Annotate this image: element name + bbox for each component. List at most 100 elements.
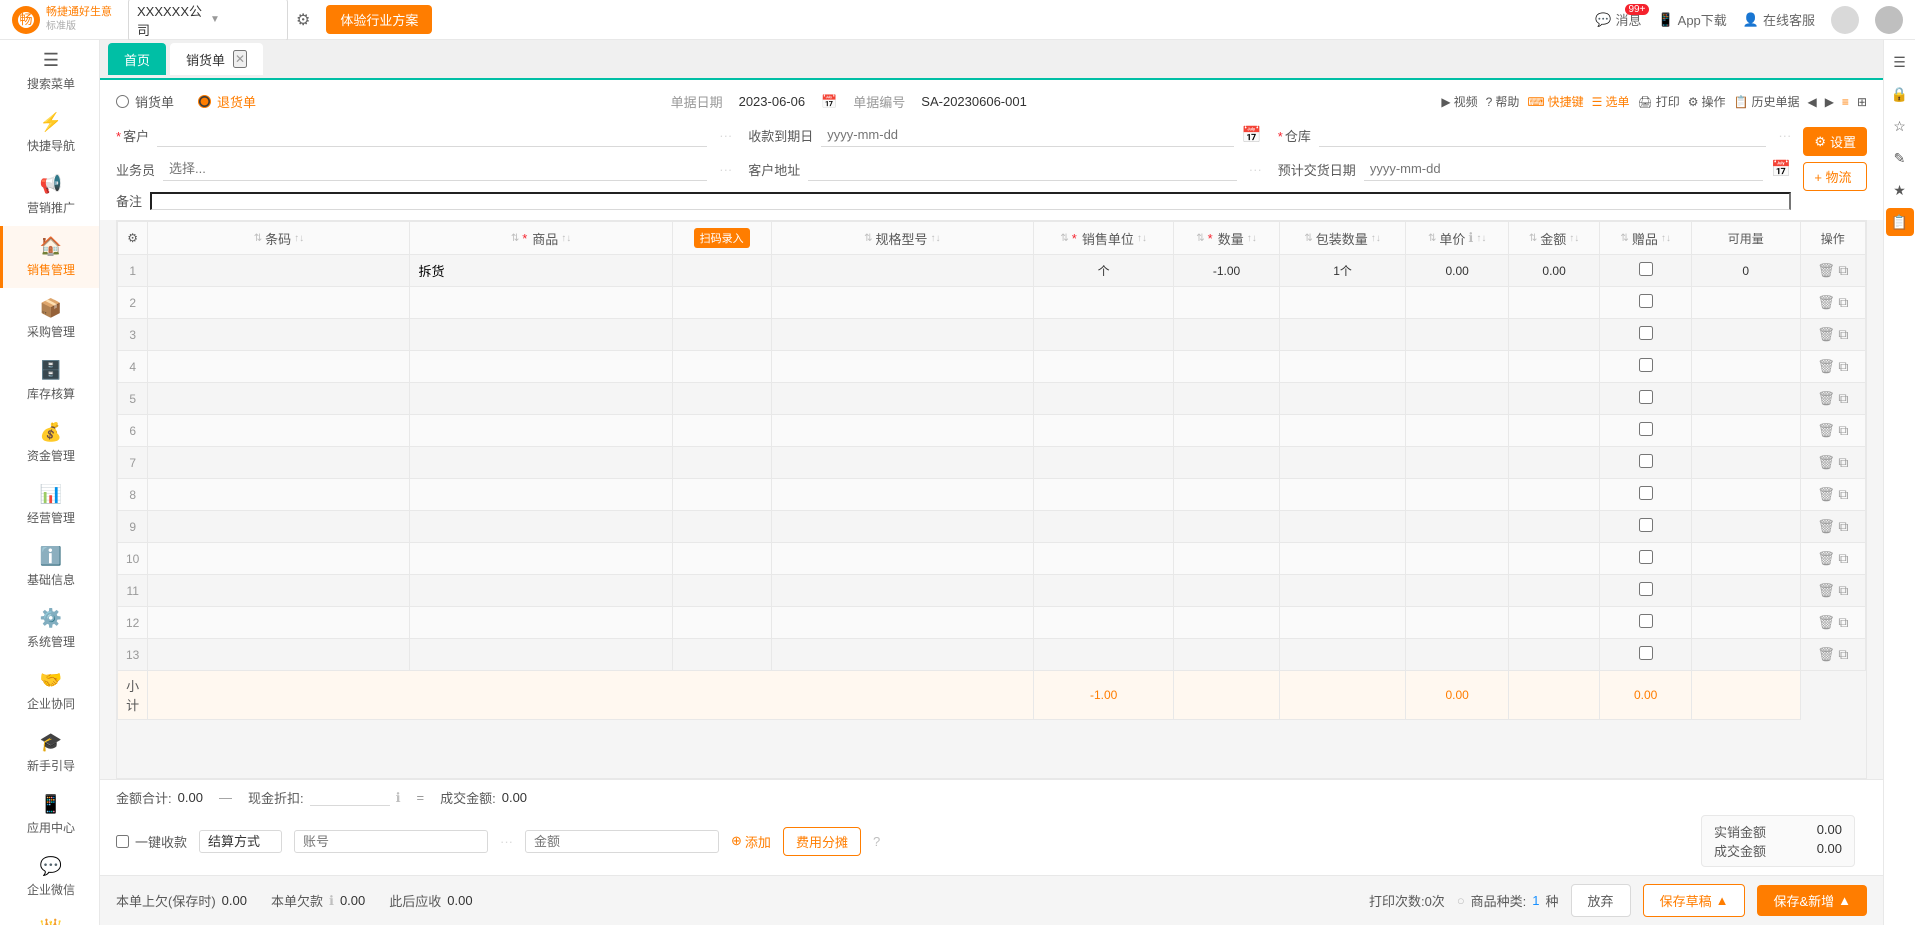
salesman-input[interactable] xyxy=(163,157,707,181)
avatar-2[interactable] xyxy=(1875,6,1903,34)
cell-spec[interactable] xyxy=(771,319,1033,351)
rp-btn-2[interactable]: ☆ xyxy=(1886,112,1914,140)
cell-price[interactable] xyxy=(1406,383,1508,415)
cell-gift[interactable] xyxy=(1600,479,1692,511)
sidebar-item-collab[interactable]: 🤝 企业协同 xyxy=(0,660,99,722)
cell-barcode[interactable] xyxy=(148,639,410,671)
delete-row-icon[interactable]: 🗑 xyxy=(1817,614,1835,630)
cell-barcode[interactable] xyxy=(148,351,410,383)
delete-row-icon[interactable]: 🗑 xyxy=(1817,422,1835,438)
sidebar-item-member[interactable]: 👑 畅会员 xyxy=(0,908,99,925)
print-button[interactable]: 🖨 打印 xyxy=(1637,93,1679,110)
cell-gift[interactable] xyxy=(1600,543,1692,575)
cell-gift[interactable] xyxy=(1600,607,1692,639)
sidebar-item-basic[interactable]: ℹ️ 基础信息 xyxy=(0,536,99,598)
operate-button[interactable]: ⚙ 操作 xyxy=(1688,93,1726,110)
cell-gift[interactable] xyxy=(1600,319,1692,351)
grid-view-icon[interactable]: ⊞ xyxy=(1857,95,1867,109)
cell-product[interactable] xyxy=(410,447,672,479)
cell-spec[interactable] xyxy=(771,575,1033,607)
sidebar-item-sales[interactable]: 🏠 销售管理 xyxy=(0,226,99,288)
logistics-button[interactable]: + 物流 xyxy=(1803,162,1867,191)
copy-row-icon[interactable]: ⧉ xyxy=(1838,582,1848,598)
product-kind-radio-icon[interactable]: ○ xyxy=(1457,893,1465,908)
cell-qty[interactable] xyxy=(1174,351,1279,383)
sidebar-item-quicknav[interactable]: ⚡ 快捷导航 xyxy=(0,102,99,164)
price-info-icon[interactable]: ℹ xyxy=(1468,230,1473,246)
recv-date-input[interactable] xyxy=(821,123,1234,147)
cell-barcode[interactable] xyxy=(148,255,410,287)
cell-price[interactable] xyxy=(1406,575,1508,607)
cell-spec[interactable] xyxy=(771,255,1033,287)
cell-price[interactable] xyxy=(1406,607,1508,639)
cell-spec[interactable] xyxy=(771,351,1033,383)
delete-row-icon[interactable]: 🗑 xyxy=(1817,454,1835,470)
split-button[interactable]: 费用分摊 xyxy=(783,827,861,856)
note-input[interactable] xyxy=(150,192,1791,210)
cell-qty[interactable] xyxy=(1174,575,1279,607)
cell-price[interactable] xyxy=(1406,479,1508,511)
cell-price[interactable] xyxy=(1406,287,1508,319)
cell-product[interactable] xyxy=(410,511,672,543)
cell-price[interactable] xyxy=(1406,351,1508,383)
cell-spec[interactable] xyxy=(771,447,1033,479)
cell-product[interactable] xyxy=(410,383,672,415)
delete-row-icon[interactable]: 🗑 xyxy=(1817,262,1835,278)
cell-barcode[interactable] xyxy=(148,415,410,447)
cell-gift[interactable] xyxy=(1600,255,1692,287)
delete-row-icon[interactable]: 🗑 xyxy=(1817,550,1835,566)
cell-gift[interactable] xyxy=(1600,511,1692,543)
save-draft-button[interactable]: 保存草稿 ▲ xyxy=(1643,884,1746,917)
split-help-icon[interactable]: ? xyxy=(873,834,880,849)
copy-row-icon[interactable]: ⧉ xyxy=(1838,518,1848,534)
cell-spec[interactable] xyxy=(771,383,1033,415)
cell-gift[interactable] xyxy=(1600,575,1692,607)
payment-account-input[interactable] xyxy=(294,830,488,853)
copy-row-icon[interactable]: ⧉ xyxy=(1838,486,1848,502)
cell-price[interactable]: 0.00 xyxy=(1406,255,1508,287)
delete-row-icon[interactable]: 🗑 xyxy=(1817,582,1835,598)
save-draft-arrow[interactable]: ▲ xyxy=(1716,893,1729,908)
delete-row-icon[interactable]: 🗑 xyxy=(1817,390,1835,406)
customer-addr-input[interactable] xyxy=(808,157,1237,181)
sidebar-item-inventory[interactable]: 🗄️ 库存核算 xyxy=(0,350,99,412)
cell-barcode[interactable] xyxy=(148,479,410,511)
cell-product[interactable] xyxy=(410,287,672,319)
save-new-arrow[interactable]: ▲ xyxy=(1838,893,1851,908)
product-kind-link[interactable]: 1 xyxy=(1532,893,1539,908)
rp-btn-0[interactable]: ☰ xyxy=(1886,48,1914,76)
cell-qty[interactable] xyxy=(1174,639,1279,671)
cell-qty[interactable] xyxy=(1174,447,1279,479)
delete-row-icon[interactable]: 🗑 xyxy=(1817,358,1835,374)
cell-barcode[interactable] xyxy=(148,607,410,639)
payment-method-select[interactable]: 结算方式 xyxy=(199,830,282,853)
scan-button[interactable]: 扫码录入 xyxy=(694,228,750,248)
radio-return-input[interactable] xyxy=(198,95,211,108)
settings-button[interactable]: ⚙ 设置 xyxy=(1803,127,1867,156)
warehouse-input[interactable]: 建材仓 xyxy=(1319,123,1766,147)
copy-row-icon[interactable]: ⧉ xyxy=(1838,326,1848,342)
save-new-button[interactable]: 保存&新增 ▲ xyxy=(1757,885,1867,916)
cell-spec[interactable] xyxy=(771,607,1033,639)
cell-barcode[interactable] xyxy=(148,543,410,575)
cell-barcode[interactable] xyxy=(148,447,410,479)
salesman-more-icon[interactable]: ··· xyxy=(719,162,732,177)
cell-spec[interactable] xyxy=(771,287,1033,319)
cell-price[interactable] xyxy=(1406,447,1508,479)
cell-qty[interactable] xyxy=(1174,415,1279,447)
sidebar-item-search[interactable]: ☰ 搜索菜单 xyxy=(0,40,99,102)
cell-gift[interactable] xyxy=(1600,415,1692,447)
video-button[interactable]: ▶ 视频 xyxy=(1441,93,1477,110)
cell-barcode[interactable] xyxy=(148,287,410,319)
th-gear[interactable]: ⚙ xyxy=(118,222,148,255)
cell-product[interactable] xyxy=(410,351,672,383)
sidebar-item-report[interactable]: 📊 经营管理 xyxy=(0,474,99,536)
cell-qty[interactable] xyxy=(1174,543,1279,575)
cell-product[interactable] xyxy=(410,543,672,575)
sidebar-item-app[interactable]: 📱 应用中心 xyxy=(0,784,99,846)
rp-btn-1[interactable]: 🔒 xyxy=(1886,80,1914,108)
copy-row-icon[interactable]: ⧉ xyxy=(1838,614,1848,630)
cell-product[interactable] xyxy=(410,479,672,511)
cell-spec[interactable] xyxy=(771,511,1033,543)
customer-input[interactable] xyxy=(157,123,707,147)
